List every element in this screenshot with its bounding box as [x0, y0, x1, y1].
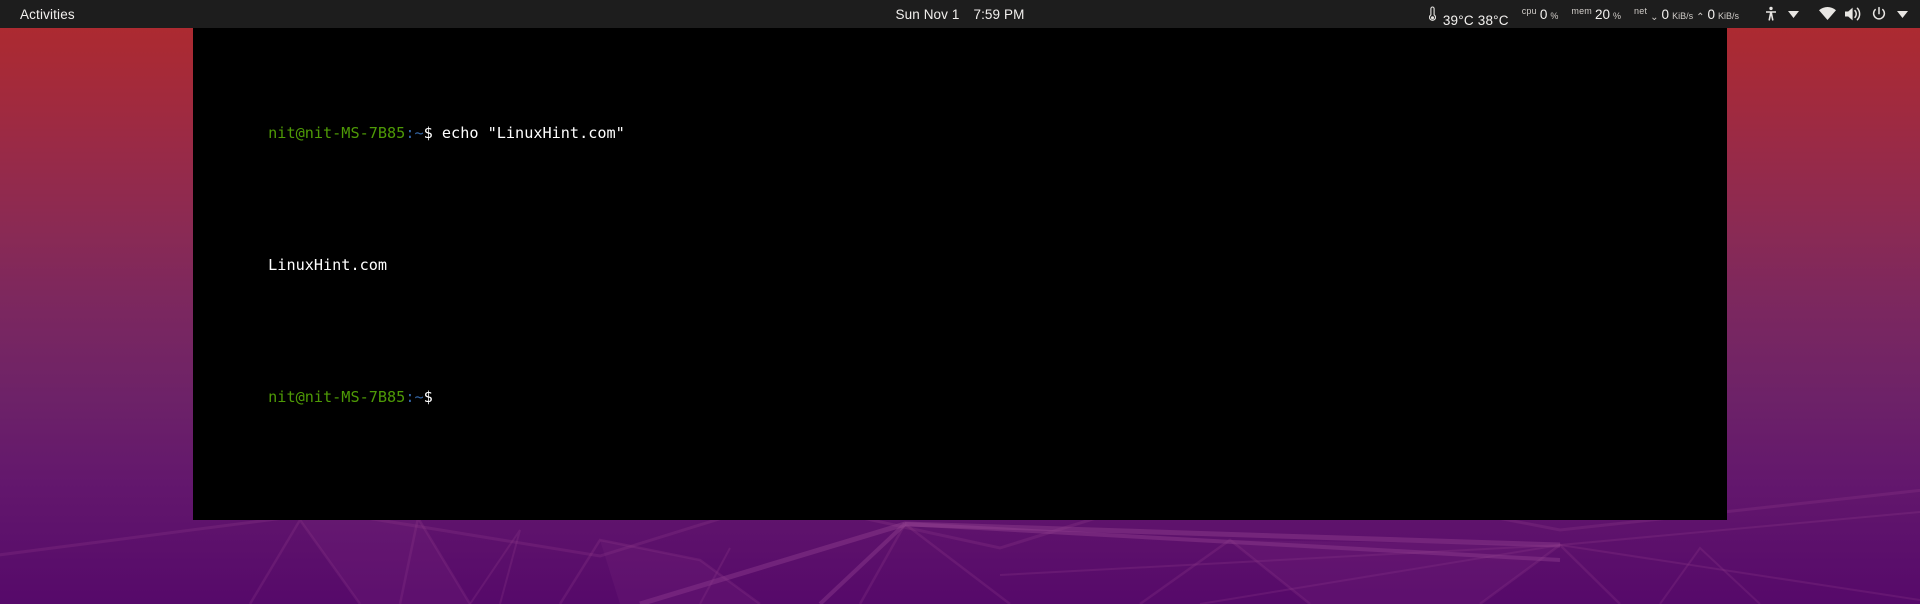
memory-indicator[interactable]: mem 20 %: [1566, 5, 1626, 22]
terminal-window[interactable]: nit@nit-MS-7B85:~$ echo "LinuxHint.com" …: [193, 28, 1727, 520]
cpu-indicator[interactable]: cpu 0 %: [1517, 5, 1564, 22]
network-up-value: 0: [1707, 6, 1715, 22]
panel-center-section: Sun Nov 1 7:59 PM: [896, 7, 1025, 22]
network-label: net: [1634, 5, 1648, 16]
network-down-unit: KiB/s: [1672, 10, 1694, 21]
clock-time: 7:59 PM: [973, 6, 1025, 22]
system-menu-button[interactable]: [1814, 0, 1912, 28]
terminal-line: nit@nit-MS-7B85:~$: [195, 364, 1727, 430]
chevron-down-icon: [1784, 0, 1802, 28]
terminal-line: nit@nit-MS-7B85:~$ echo "LinuxHint.com": [195, 100, 1727, 166]
power-icon: [1866, 0, 1892, 28]
network-up-unit: KiB/s: [1717, 10, 1739, 21]
prompt-path: :~: [405, 388, 424, 406]
download-arrow-icon: ⌄: [1650, 11, 1659, 23]
memory-unit: %: [1613, 10, 1622, 21]
cpu-label: cpu: [1521, 5, 1537, 16]
desktop: Activities Sun Nov 1 7:59 PM 39°C 38°C c…: [0, 0, 1920, 604]
clock-date: Sun Nov 1: [895, 6, 960, 22]
cpu-value: 0: [1539, 6, 1548, 22]
network-down-value: 0: [1661, 6, 1670, 22]
command-output: LinuxHint.com: [268, 256, 388, 274]
prompt-user-host: nit@nit-MS-7B85: [268, 388, 406, 406]
cpu-unit: %: [1550, 10, 1559, 21]
accessibility-menu-button[interactable]: [1758, 0, 1802, 28]
panel-right-section: 39°C 38°C cpu 0 % mem 20 % net ⌄ 0 KiB/s: [1421, 0, 1912, 28]
prompt-path: :~: [405, 124, 424, 142]
wifi-icon: [1814, 0, 1840, 28]
prompt-symbol: $: [423, 124, 433, 142]
prompt-user-host: nit@nit-MS-7B85: [268, 124, 406, 142]
terminal-line: LinuxHint.com: [195, 232, 1727, 298]
memory-value: 20: [1594, 6, 1611, 22]
chevron-down-icon: [1892, 0, 1912, 28]
panel-left-section: Activities: [12, 5, 83, 24]
thermal-indicator[interactable]: 39°C 38°C: [1421, 0, 1514, 28]
thermometer-icon: [1426, 0, 1440, 28]
activities-button[interactable]: Activities: [12, 5, 83, 24]
volume-icon: [1840, 0, 1866, 28]
top-panel: Activities Sun Nov 1 7:59 PM 39°C 38°C c…: [0, 0, 1920, 28]
terminal-output-area[interactable]: nit@nit-MS-7B85:~$ echo "LinuxHint.com" …: [193, 28, 1727, 496]
network-indicator[interactable]: net ⌄ 0 KiB/s ⌃ 0 KiB/s: [1629, 5, 1744, 23]
terminal-command: echo "LinuxHint.com": [432, 124, 625, 142]
upload-arrow-icon: ⌃: [1696, 11, 1705, 23]
system-monitor-indicator[interactable]: 39°C 38°C cpu 0 % mem 20 % net ⌄ 0 KiB/s: [1421, 0, 1744, 28]
thermal-value: 39°C 38°C: [1442, 13, 1509, 28]
prompt-symbol: $: [423, 388, 433, 406]
memory-label: mem: [1571, 5, 1592, 16]
accessibility-icon: [1758, 0, 1784, 28]
clock-menu-button[interactable]: Sun Nov 1 7:59 PM: [896, 7, 1025, 22]
